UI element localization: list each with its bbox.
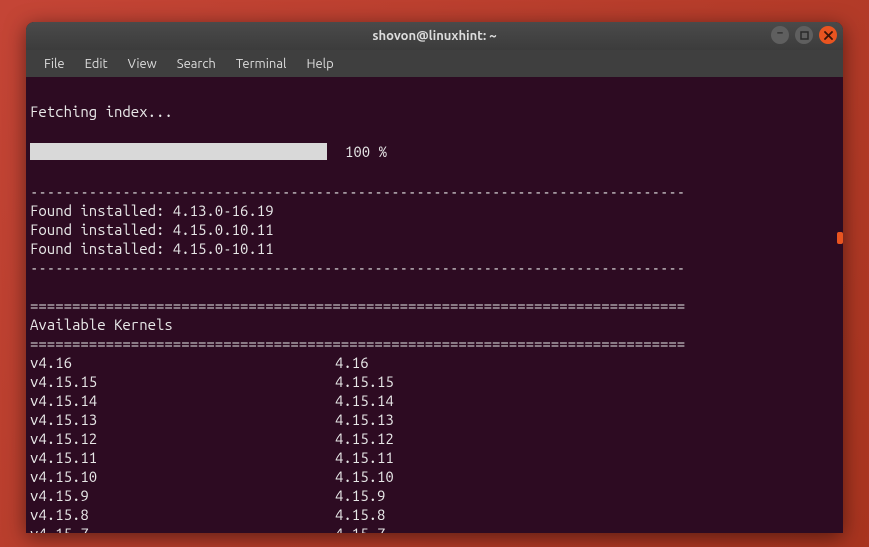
kernel-version-tag: v4.15.7 [30, 524, 335, 533]
installed-line: Found installed: 4.15.0.10.11 [30, 220, 839, 239]
kernel-row: v4.15.94.15.9 [30, 486, 839, 505]
close-icon [824, 31, 833, 40]
kernel-row: v4.15.144.15.14 [30, 391, 839, 410]
menu-view[interactable]: View [118, 53, 167, 75]
menu-edit[interactable]: Edit [75, 53, 118, 75]
kernel-version: 4.15.9 [335, 486, 385, 505]
kernel-version-tag: v4.15.12 [30, 429, 335, 448]
kernel-version-tag: v4.16 [30, 353, 335, 372]
kernel-version-tag: v4.15.10 [30, 467, 335, 486]
titlebar: shovon@linuxhint: ~ – [26, 22, 843, 50]
menu-file[interactable]: File [34, 53, 75, 75]
kernel-row: v4.15.104.15.10 [30, 467, 839, 486]
kernel-version: 4.15.12 [335, 429, 394, 448]
kernel-version-tag: v4.15.13 [30, 410, 335, 429]
terminal-window: shovon@linuxhint: ~ – File Edit View Sea… [26, 22, 843, 533]
progress-bar [30, 143, 327, 160]
kernel-version-tag: v4.15.15 [30, 372, 335, 391]
kernel-row: v4.15.154.15.15 [30, 372, 839, 391]
kernel-version-tag: v4.15.11 [30, 448, 335, 467]
window-controls: – [771, 26, 837, 44]
kernel-row: v4.164.16 [30, 353, 839, 372]
separator-equals: ========================================… [30, 334, 839, 353]
kernel-version: 4.15.11 [335, 448, 394, 467]
maximize-icon [800, 31, 809, 40]
kernel-version: 4.16 [335, 353, 369, 372]
kernel-version: 4.15.15 [335, 372, 394, 391]
available-kernels-title: Available Kernels [30, 315, 839, 334]
terminal-body[interactable]: Fetching index... 100 % ----------------… [26, 77, 843, 533]
fetching-line: Fetching index... [30, 102, 839, 121]
minimize-icon: – [777, 27, 783, 39]
kernel-version-tag: v4.15.8 [30, 505, 335, 524]
kernel-row: v4.15.84.15.8 [30, 505, 839, 524]
progress-line: 100 % [30, 142, 839, 161]
blank-line [30, 121, 839, 140]
kernel-row: v4.15.134.15.13 [30, 410, 839, 429]
menu-search[interactable]: Search [167, 53, 226, 75]
kernel-version: 4.15.13 [335, 410, 394, 429]
close-button[interactable] [819, 26, 837, 44]
maximize-button[interactable] [795, 26, 813, 44]
installed-line: Found installed: 4.13.0-16.19 [30, 201, 839, 220]
kernel-row: v4.15.74.15.7 [30, 524, 839, 533]
kernel-version: 4.15.8 [335, 505, 385, 524]
kernel-version: 4.15.14 [335, 391, 394, 410]
blank-line [30, 277, 839, 296]
blank-line [30, 163, 839, 182]
menubar: File Edit View Search Terminal Help [26, 50, 843, 77]
kernel-version: 4.15.7 [335, 524, 385, 533]
kernel-row: v4.15.124.15.12 [30, 429, 839, 448]
menu-terminal[interactable]: Terminal [226, 53, 297, 75]
progress-percent: 100 % [345, 142, 387, 161]
window-title: shovon@linuxhint: ~ [372, 29, 496, 43]
scrollbar-thumb[interactable] [837, 232, 843, 244]
kernel-version-tag: v4.15.14 [30, 391, 335, 410]
installed-line: Found installed: 4.15.0-10.11 [30, 239, 839, 258]
separator-dashes: ----------------------------------------… [30, 258, 839, 277]
kernel-version-tag: v4.15.9 [30, 486, 335, 505]
kernel-row: v4.15.114.15.11 [30, 448, 839, 467]
blank-line [30, 83, 839, 102]
kernel-version: 4.15.10 [335, 467, 394, 486]
separator-dashes: ----------------------------------------… [30, 182, 839, 201]
minimize-button[interactable]: – [771, 26, 789, 44]
menu-help[interactable]: Help [296, 53, 343, 75]
separator-equals: ========================================… [30, 296, 839, 315]
